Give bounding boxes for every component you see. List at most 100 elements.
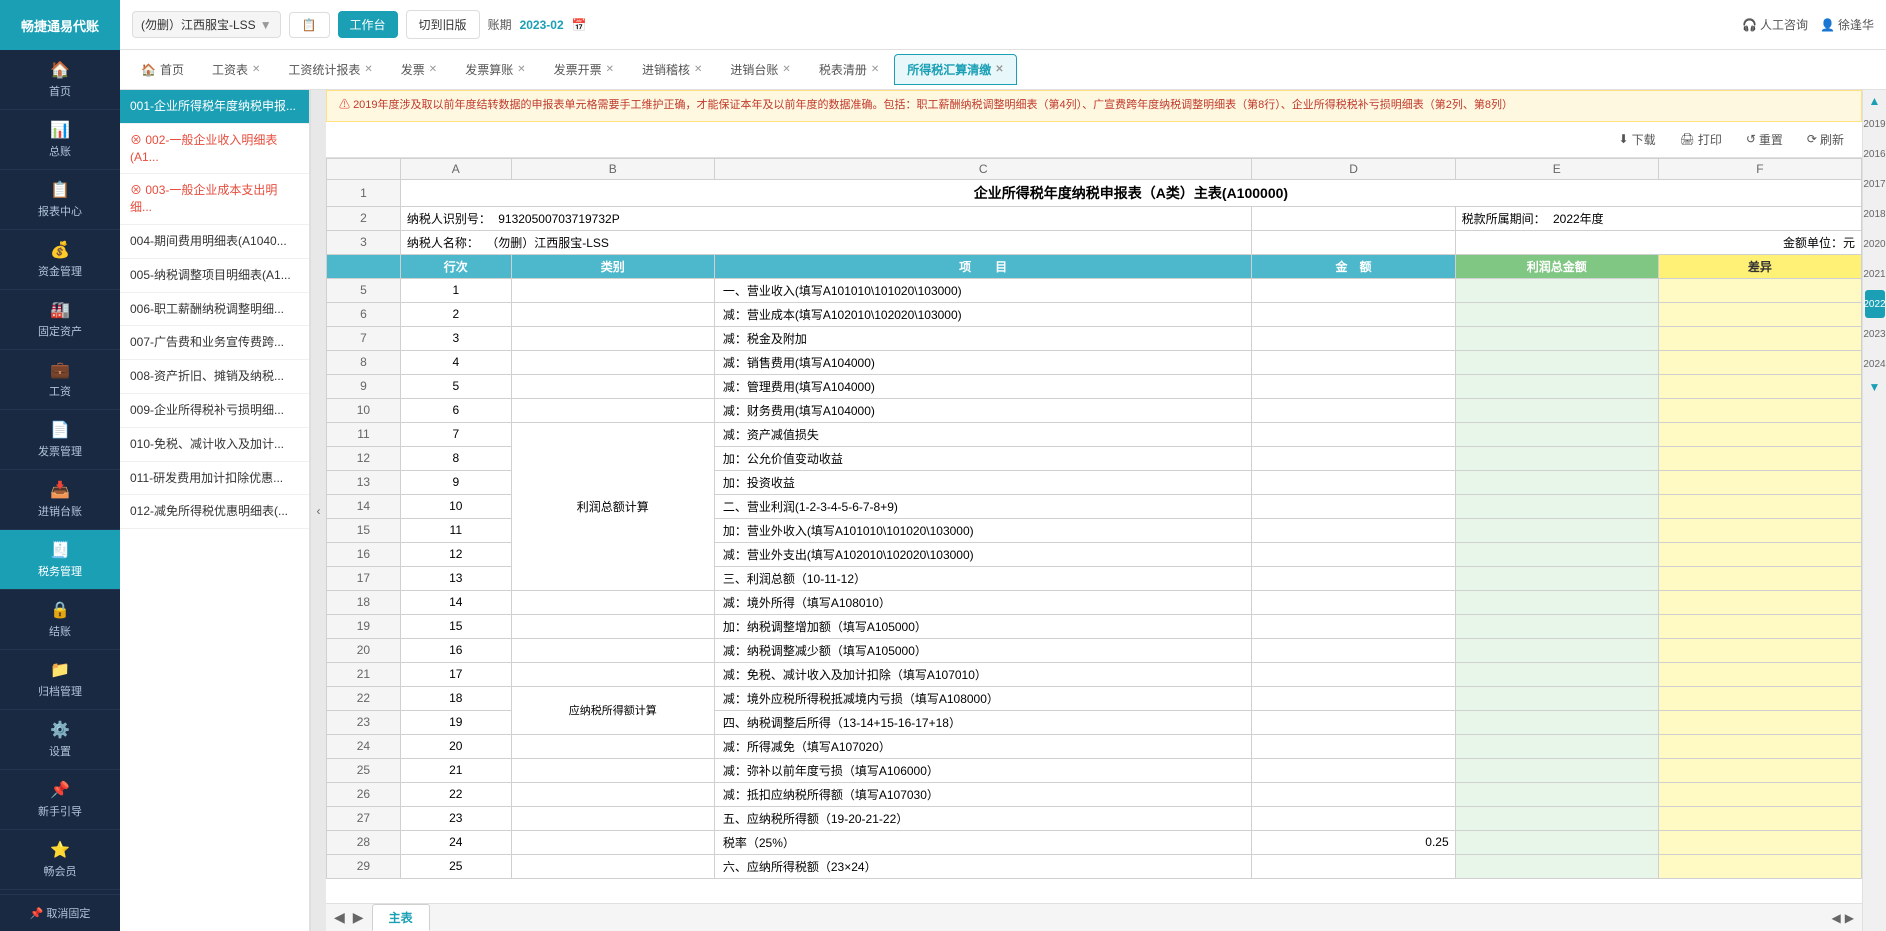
timeline-2023[interactable]: 2023 <box>1865 320 1885 348</box>
tab-invoice-calc[interactable]: 发票算账 ✕ <box>452 54 538 85</box>
left-panel-item-010[interactable]: 010-免税、减计收入及加计... <box>120 428 309 462</box>
table-row[interactable]: 19 15 加：纳税调整增加额（填写A105000） <box>327 614 1862 638</box>
timeline-2022[interactable]: 2022 <box>1865 290 1885 318</box>
pin-icon: 📌 <box>30 908 44 920</box>
company-selector[interactable]: (勿删）江西服宝-LSS ▼ <box>132 11 281 38</box>
workbench-button[interactable]: 工作台 <box>338 11 398 38</box>
table-row[interactable]: 6 2 减：营业成本(填写A102010\102020\103000) <box>327 302 1862 326</box>
left-panel-item-005[interactable]: 005-纳税调整项目明细表(A1... <box>120 259 309 293</box>
table-row[interactable]: 7 3 减：税金及附加 <box>327 326 1862 350</box>
calendar-icon: 📅 <box>572 18 587 32</box>
tab-close-purchase-check[interactable]: ✕ <box>694 64 702 75</box>
sheet-nav-prev[interactable]: ◀ <box>334 909 345 926</box>
left-panel-item-003[interactable]: ⊗ 003-一般企业成本支出明细... <box>120 174 309 225</box>
left-panel-item-002[interactable]: ⊗ 002-一般企业收入明细表(A1... <box>120 124 309 175</box>
copy-button[interactable]: 📋 <box>289 12 330 38</box>
timeline-2019[interactable]: 2019 <box>1865 110 1885 138</box>
timeline-2016[interactable]: 2016 <box>1865 140 1885 168</box>
left-panel-item-006[interactable]: 006-职工薪酬纳税调整明细... <box>120 293 309 327</box>
tab-salary[interactable]: 工资表 ✕ <box>199 54 273 85</box>
timeline-up[interactable]: ▲ <box>1869 94 1881 108</box>
col-header-b: B <box>511 158 714 179</box>
switch-version-button[interactable]: 切到旧版 <box>406 10 480 39</box>
tab-income-tax[interactable]: 所得税汇算清缴 ✕ <box>894 54 1016 85</box>
print-button[interactable]: 🖨 打印 <box>1674 128 1728 151</box>
table-row[interactable]: 5 1 一、营业收入(填写A101010\101020\103000) <box>327 278 1862 302</box>
scroll-left-icon[interactable]: ◀ <box>1832 911 1841 925</box>
table-row[interactable]: 28 24 税率（25%） 0.25 <box>327 830 1862 854</box>
left-panel-item-004[interactable]: 004-期间费用明细表(A1040... <box>120 225 309 259</box>
tab-close-purchase-ledger[interactable]: ✕ <box>782 64 790 75</box>
sidebar-item-archive[interactable]: 📁 归档管理 <box>0 650 120 710</box>
sheet-tab-main[interactable]: 主表 <box>372 904 430 931</box>
sidebar-item-member[interactable]: ⭐ 畅会员 <box>0 830 120 890</box>
timeline-2017[interactable]: 2017 <box>1865 170 1885 198</box>
sidebar-footer-toggle[interactable]: 📌 取消固定 <box>0 894 120 931</box>
spreadsheet-container[interactable]: A B C D E F 1 企业所 <box>326 158 1862 903</box>
tax-period-label: 税款所属期间： <box>1462 212 1546 226</box>
left-panel-item-007[interactable]: 007-广告费和业务宣传费跨... <box>120 326 309 360</box>
tab-close-salary[interactable]: ✕ <box>252 64 260 75</box>
tab-salary-stat[interactable]: 工资统计报表 ✕ <box>275 54 385 85</box>
tab-purchase-ledger[interactable]: 进销台账 ✕ <box>717 54 803 85</box>
tab-tax-clear[interactable]: 税表清册 ✕ <box>806 54 892 85</box>
sidebar-item-settings[interactable]: ⚙️ 设置 <box>0 710 120 770</box>
spreadsheet-title: 企业所得税年度纳税申报表（A类）主表(A100000) <box>400 179 1861 206</box>
panel-toggle[interactable]: ‹ <box>310 90 326 931</box>
table-row[interactable]: 20 16 减：纳税调整减少额（填写A105000） <box>327 638 1862 662</box>
table-row[interactable]: 25 21 减：弥补以前年度亏损（填写A106000） <box>327 758 1862 782</box>
table-row[interactable]: 26 22 减：抵扣应纳税所得额（填写A107030） <box>327 782 1862 806</box>
table-row[interactable]: 8 4 减：销售费用(填写A104000) <box>327 350 1862 374</box>
tab-purchase-check[interactable]: 进销稽核 ✕ <box>629 54 715 85</box>
table-row[interactable]: 22 18 应纳税所得额计算 减：境外应税所得税抵减境内亏损（填写A108000… <box>327 686 1862 710</box>
table-row[interactable]: 27 23 五、应纳税所得额（19-20-21-22） <box>327 806 1862 830</box>
left-panel-item-009[interactable]: 009-企业所得税补亏损明细... <box>120 394 309 428</box>
sidebar-item-asset[interactable]: 🏭 固定资产 <box>0 290 120 350</box>
sidebar-item-invoice[interactable]: 📄 发票管理 <box>0 410 120 470</box>
tab-home[interactable]: 🏠 首页 <box>128 54 197 85</box>
sidebar-item-purchase[interactable]: 📥 进销台账 <box>0 470 120 530</box>
sidebar-item-home[interactable]: 🏠 首页 <box>0 50 120 110</box>
tab-close-invoice[interactable]: ✕ <box>429 64 437 75</box>
table-row[interactable]: 9 5 减：管理费用(填写A104000) <box>327 374 1862 398</box>
sidebar-item-ledger[interactable]: 📊 总账 <box>0 110 120 170</box>
tab-close-tax-clear[interactable]: ✕ <box>871 64 879 75</box>
table-row[interactable]: 29 25 六、应纳所得税额（23×24） <box>327 854 1862 878</box>
timeline-2024[interactable]: 2024 <box>1865 350 1885 378</box>
tab-close-invoice-open[interactable]: ✕ <box>606 64 614 75</box>
invoice-icon: 📄 <box>50 420 70 440</box>
sidebar-item-finance[interactable]: 💰 资金管理 <box>0 230 120 290</box>
sheet-nav-next[interactable]: ▶ <box>353 909 364 926</box>
left-panel-item-011[interactable]: 011-研发费用加计扣除优惠... <box>120 462 309 496</box>
download-button[interactable]: ⬇ 下载 <box>1613 128 1662 151</box>
scroll-right-icon[interactable]: ▶ <box>1845 911 1854 925</box>
tab-invoice[interactable]: 发票 ✕ <box>388 54 450 85</box>
left-panel-item-012[interactable]: 012-减免所得税优惠明细表(... <box>120 495 309 529</box>
sidebar-item-closing[interactable]: 🔒 结账 <box>0 590 120 650</box>
table-row[interactable]: 10 6 减：财务费用(填写A104000) <box>327 398 1862 422</box>
table-row[interactable]: 24 20 减：所得减免（填写A107020） <box>327 734 1862 758</box>
download-icon: ⬇ <box>1619 132 1629 146</box>
sidebar-item-report[interactable]: 📋 报表中心 <box>0 170 120 230</box>
timeline-down[interactable]: ▼ <box>1869 380 1881 394</box>
sidebar-item-salary[interactable]: 💼 工资 <box>0 350 120 410</box>
table-row[interactable]: 18 14 减：境外所得（填写A108010） <box>327 590 1862 614</box>
timeline-2018[interactable]: 2018 <box>1865 200 1885 228</box>
table-row[interactable]: 21 17 减：免税、减计收入及加计扣除（填写A107010） <box>327 662 1862 686</box>
tab-close-invoice-calc[interactable]: ✕ <box>517 64 525 75</box>
timeline-2021[interactable]: 2021 <box>1865 260 1885 288</box>
left-panel-item-001[interactable]: 001-企业所得税年度纳税申报... <box>120 90 309 124</box>
tab-close-salary-stat[interactable]: ✕ <box>364 64 372 75</box>
reset-button[interactable]: ↺ 重置 <box>1740 128 1789 151</box>
tab-invoice-open[interactable]: 发票开票 ✕ <box>541 54 627 85</box>
user-avatar[interactable]: 👤 徐逢华 <box>1820 16 1874 33</box>
timeline-2020[interactable]: 2020 <box>1865 230 1885 258</box>
sidebar-item-tax[interactable]: 🧾 税务管理 <box>0 530 120 590</box>
user-service-btn[interactable]: 🎧 人工咨询 <box>1742 16 1808 33</box>
home-tab-icon: 🏠 <box>141 63 156 77</box>
left-panel-item-008[interactable]: 008-资产折旧、摊销及纳税... <box>120 360 309 394</box>
table-row[interactable]: 11 7 利润总额计算 减：资产减值损失 <box>327 422 1862 446</box>
refresh-button[interactable]: ⟳ 刷新 <box>1801 128 1850 151</box>
sidebar-item-guide[interactable]: 📌 新手引导 <box>0 770 120 830</box>
tab-close-income-tax[interactable]: ✕ <box>995 64 1003 75</box>
